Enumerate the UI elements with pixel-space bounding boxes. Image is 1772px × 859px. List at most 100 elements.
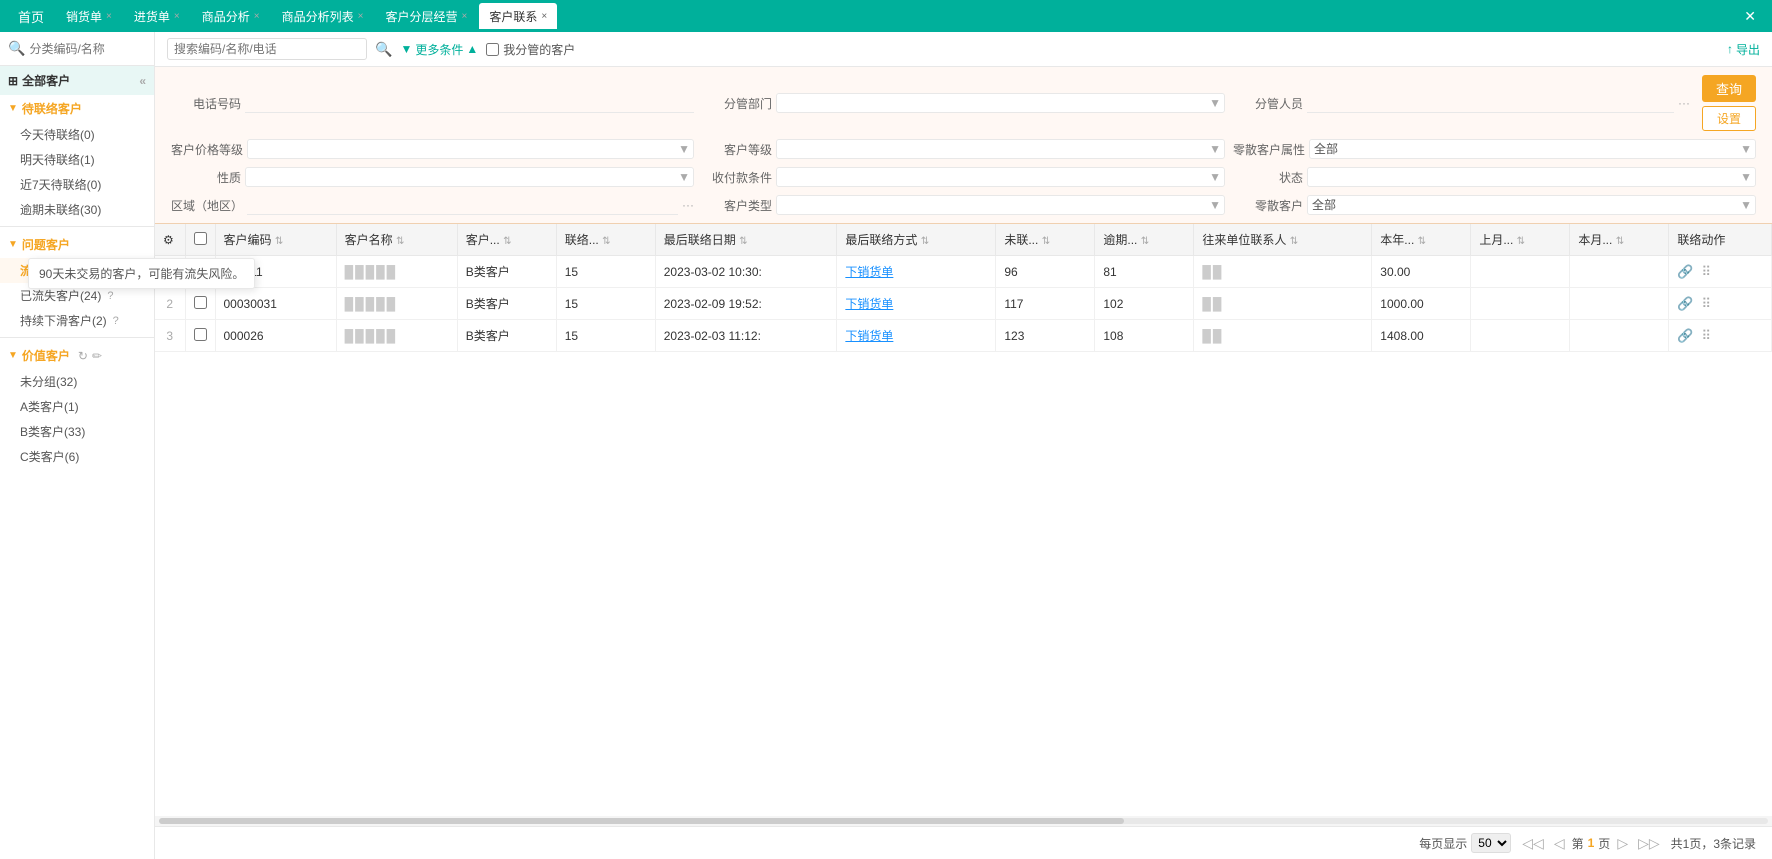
filter-row-phone: 电话号码 [171, 75, 694, 131]
scrollbar-thumb[interactable] [159, 818, 1124, 824]
th-contact-person[interactable]: 往来单位联系人 ⇅ [1194, 224, 1372, 256]
select-all-checkbox[interactable] [194, 232, 207, 245]
nav-tab-customer-contact[interactable]: 客户联系 × [479, 3, 557, 29]
region-input[interactable] [247, 196, 678, 215]
td-checkbox-2[interactable] [185, 320, 215, 352]
sidebar-item-class-b[interactable]: B类客户(33) [0, 419, 154, 444]
action-icon-grid-1[interactable]: ⠿ [1702, 296, 1712, 312]
nav-tab-purchase[interactable]: 进货单 × [124, 3, 190, 29]
th-last-contact-method[interactable]: 最后联络方式 ⇅ [837, 224, 996, 256]
sidebar-item-tomorrow[interactable]: 明天待联络(1) [0, 147, 154, 172]
zero-attr-select-wrap: 全部 ▼ [1309, 139, 1756, 159]
refresh-icon[interactable]: ↻ [78, 349, 88, 363]
action-icon-grid-2[interactable]: ⠿ [1702, 328, 1712, 344]
close-tab-analysis[interactable]: × [254, 11, 260, 22]
sidebar-item-declining[interactable]: 持续下滑客户(2) ? [0, 308, 154, 333]
sidebar-group-header-problem[interactable]: ▼ 问题客户 [0, 231, 154, 258]
th-last-month[interactable]: 上月... ⇅ [1471, 224, 1570, 256]
region-label: 区域（地区） [171, 197, 243, 214]
action-icon-link-2[interactable]: 🔗 [1677, 328, 1693, 344]
query-button[interactable]: 查询 [1702, 75, 1756, 102]
close-tab-customer-tier[interactable]: × [461, 11, 467, 22]
footer-total: 共1页，3条记录 [1671, 835, 1756, 852]
export-button[interactable]: ↑ 导出 [1727, 41, 1760, 58]
close-tab-sales[interactable]: × [106, 11, 112, 22]
sidebar-group-header-value[interactable]: ▼ 价值客户 ↻ ✏ [0, 342, 154, 369]
horizontal-scrollbar[interactable] [155, 816, 1772, 826]
customer-level-label: 客户等级 [702, 141, 772, 158]
sidebar-item-ungrouped[interactable]: 未分组(32) [0, 369, 154, 394]
action-icon-link-0[interactable]: 🔗 [1677, 264, 1693, 280]
nature-select[interactable] [245, 167, 694, 187]
th-last-contact-date[interactable]: 最后联络日期 ⇅ [655, 224, 837, 256]
th-overdue[interactable]: 逾期... ⇅ [1095, 224, 1194, 256]
question-icon: ? [107, 290, 113, 302]
close-tab-analysis-list[interactable]: × [358, 11, 364, 22]
prev-page-button[interactable]: ◁ [1551, 835, 1568, 852]
manager-dots[interactable]: ··· [1678, 96, 1690, 110]
th-type[interactable]: 客户... ⇅ [457, 224, 556, 256]
td-type-1: B类客户 [457, 288, 556, 320]
td-no-contact-0: 96 [996, 256, 1095, 288]
table-area: ⚙ 客户编码 ⇅ 客户名称 ⇅ 客户... [155, 224, 1772, 816]
sidebar: 🔍 ⊞ 全部客户 « ▼ 待联络客户 今天待联络(0) 明天待联络(1) 近7天… [0, 32, 155, 859]
th-settings[interactable]: ⚙ [155, 224, 185, 256]
customer-level-select[interactable] [776, 139, 1225, 159]
first-page-button[interactable]: ◁◁ [1519, 835, 1547, 852]
next-page-button[interactable]: ▷ [1614, 835, 1631, 852]
scrollbar-track[interactable] [159, 818, 1768, 824]
filter-more-conditions-button[interactable]: ▼ 更多条件 ▲ [400, 41, 478, 58]
action-icon-link-1[interactable]: 🔗 [1677, 296, 1693, 312]
zero-customer-select[interactable]: 全部 [1307, 195, 1756, 215]
action-icon-grid-0[interactable]: ⠿ [1702, 264, 1712, 280]
td-this-month-0 [1570, 256, 1669, 288]
close-all-tabs-icon[interactable]: ✕ [1736, 8, 1764, 25]
region-dots[interactable]: ··· [682, 198, 694, 212]
customer-type-select[interactable] [776, 195, 1225, 215]
sidebar-all-customers[interactable]: ⊞ 全部客户 « [0, 66, 154, 95]
sort-icon-type: ⇅ [503, 236, 511, 247]
my-customers-checkbox-label[interactable]: 我分管的客户 [486, 41, 575, 58]
sidebar-item-class-c[interactable]: C类客户(6) [0, 444, 154, 469]
sidebar-search-input[interactable] [29, 42, 146, 56]
nav-tab-customer-tier[interactable]: 客户分层经营 × [375, 3, 477, 29]
zero-attr-select[interactable]: 全部 [1309, 139, 1756, 159]
dept-select[interactable] [776, 93, 1225, 113]
th-contact[interactable]: 联络... ⇅ [556, 224, 655, 256]
manager-input[interactable] [1307, 94, 1674, 113]
edit-icon[interactable]: ✏ [92, 349, 102, 363]
status-select[interactable] [1307, 167, 1756, 187]
sidebar-group-header-pending[interactable]: ▼ 待联络客户 [0, 95, 154, 122]
th-name[interactable]: 客户名称 ⇅ [336, 224, 457, 256]
last-page-button[interactable]: ▷▷ [1635, 835, 1663, 852]
sidebar-search-area: 🔍 [0, 32, 154, 66]
per-page-select[interactable]: 50 [1471, 833, 1511, 853]
row-checkbox-1[interactable] [194, 296, 207, 309]
th-code[interactable]: 客户编码 ⇅ [215, 224, 336, 256]
close-tab-purchase[interactable]: × [174, 11, 180, 22]
sidebar-item-overdue-contact[interactable]: 逾期未联络(30) [0, 197, 154, 222]
td-method-0[interactable]: 下销货单 [837, 256, 996, 288]
row-checkbox-2[interactable] [194, 328, 207, 341]
sidebar-item-class-a[interactable]: A类客户(1) [0, 394, 154, 419]
sidebar-item-today[interactable]: 今天待联络(0) [0, 122, 154, 147]
nav-home[interactable]: 首页 [8, 7, 54, 26]
td-method-1[interactable]: 下销货单 [837, 288, 996, 320]
th-this-month[interactable]: 本月... ⇅ [1570, 224, 1669, 256]
th-this-year[interactable]: 本年... ⇅ [1372, 224, 1471, 256]
sidebar-item-week[interactable]: 近7天待联络(0) [0, 172, 154, 197]
settings-button[interactable]: 设置 [1702, 106, 1756, 131]
payment-select[interactable] [776, 167, 1225, 187]
my-customers-checkbox[interactable] [486, 43, 499, 56]
td-checkbox-1[interactable] [185, 288, 215, 320]
phone-input[interactable] [245, 94, 694, 113]
th-no-contact[interactable]: 未联... ⇅ [996, 224, 1095, 256]
price-level-select[interactable] [247, 139, 694, 159]
close-tab-customer-contact[interactable]: × [541, 11, 547, 22]
nav-tab-analysis-list[interactable]: 商品分析列表 × [272, 3, 374, 29]
filter-search-button[interactable]: 🔍 [375, 41, 392, 58]
td-method-2[interactable]: 下销货单 [837, 320, 996, 352]
nav-tab-analysis[interactable]: 商品分析 × [192, 3, 270, 29]
nav-tab-sales[interactable]: 销货单 × [56, 3, 122, 29]
filter-search-input[interactable] [167, 38, 367, 60]
